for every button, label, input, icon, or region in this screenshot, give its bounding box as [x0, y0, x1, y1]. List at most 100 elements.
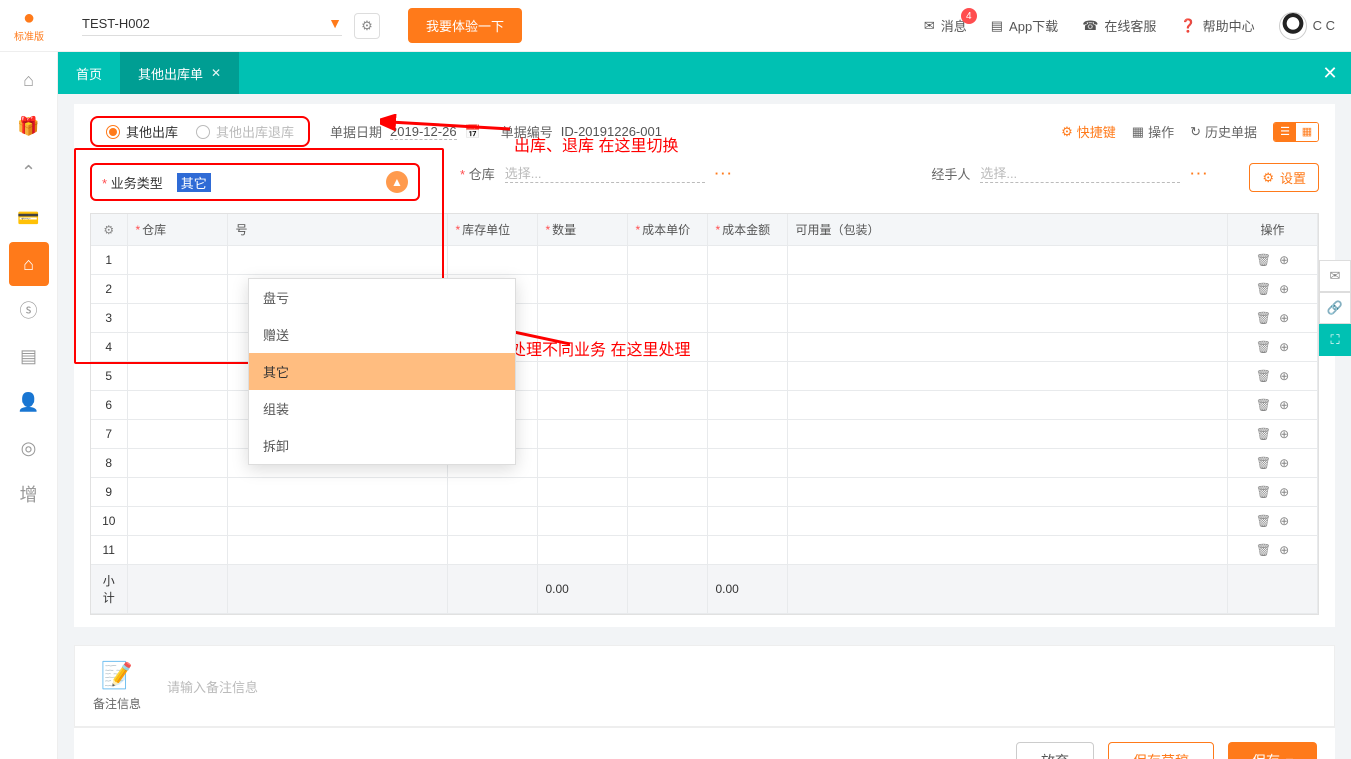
add-icon[interactable]: ⊕ — [1279, 543, 1289, 557]
add-icon[interactable]: ⊕ — [1279, 398, 1289, 412]
operate-button[interactable]: ▦ 操作 — [1132, 122, 1174, 141]
messages-button[interactable]: ✉ 消息 4 — [924, 16, 967, 35]
mobile-icon: ▤ — [991, 18, 1003, 34]
sidebar-item-more[interactable]: ◎ — [9, 426, 49, 470]
row-index: 10 — [91, 507, 127, 536]
add-icon[interactable]: ⊕ — [1279, 311, 1289, 325]
handler-select[interactable]: 选择... — [980, 163, 1180, 183]
dropdown-item[interactable]: 赠送 — [249, 316, 515, 353]
workspace-settings-button[interactable]: ⚙ — [354, 13, 380, 39]
row-actions: 🗑⊕ — [1228, 275, 1318, 304]
sidebar-item-member[interactable]: 👤 — [9, 380, 49, 424]
history-button[interactable]: ↻ 历史单据 — [1190, 122, 1257, 141]
row-index: 11 — [91, 536, 127, 565]
rail-note-button[interactable]: ✉ — [1319, 260, 1351, 292]
warehouse-lookup-button[interactable]: ··· — [715, 166, 734, 181]
dropdown-item[interactable]: 组装 — [249, 390, 515, 427]
handler-lookup-button[interactable]: ··· — [1190, 166, 1209, 181]
radio-dot-icon — [196, 125, 210, 139]
view-grid-button[interactable]: ▦ — [1296, 123, 1318, 141]
delete-icon[interactable]: 🗑 — [1256, 311, 1271, 325]
dropdown-item[interactable]: 其它 — [249, 353, 515, 390]
sidebar-item-home[interactable]: ⌂ — [9, 58, 49, 102]
delete-icon[interactable]: 🗑 — [1256, 398, 1271, 412]
sidebar-item-gift[interactable]: 🎁 — [9, 104, 49, 148]
view-list-button[interactable]: ☰ — [1274, 123, 1296, 141]
username: C C — [1313, 18, 1335, 33]
delete-icon[interactable]: 🗑 — [1256, 253, 1271, 267]
tab-home[interactable]: 首页 — [58, 52, 120, 94]
dropdown-item[interactable]: 盘亏 — [249, 279, 515, 316]
rail-link-button[interactable]: 🔗 — [1319, 292, 1351, 324]
add-icon[interactable]: ⊕ — [1279, 253, 1289, 267]
discard-button[interactable]: 放弃 — [1016, 742, 1094, 759]
add-icon[interactable]: ⊕ — [1279, 282, 1289, 296]
experience-button[interactable]: 我要体验一下 — [408, 8, 522, 43]
tab-other-outbound[interactable]: 其他出库单 ✕ — [120, 52, 239, 94]
dropdown-item[interactable]: 拆卸 — [249, 427, 515, 464]
calendar-icon[interactable]: 📅 — [465, 124, 481, 140]
radio-other-out[interactable]: 其他出库 — [106, 122, 178, 141]
sidebar-item-purchase[interactable]: ⌃ — [9, 150, 49, 194]
save-draft-button[interactable]: 保存草稿 — [1108, 742, 1214, 759]
add-icon[interactable]: ⊕ — [1279, 514, 1289, 528]
sidebar-item-inventory[interactable]: ⌂ — [9, 242, 49, 286]
app-download-button[interactable]: ▤ App下载 — [991, 16, 1058, 35]
notepad-icon: 📝 — [101, 660, 133, 691]
delete-icon[interactable]: 🗑 — [1256, 340, 1271, 354]
delete-icon[interactable]: 🗑 — [1256, 456, 1271, 470]
chevron-down-icon: ▼ — [328, 15, 342, 31]
add-icon[interactable]: ⊕ — [1279, 369, 1289, 383]
date-value[interactable]: 2019-12-26 — [390, 124, 457, 140]
sidebar-item-new[interactable]: 增 — [9, 472, 49, 516]
th-action: 操作 — [1228, 214, 1318, 246]
header-row: 其他出库 其他出库退库 单据日期 2019-12-26 📅 单据编号 — [90, 116, 1319, 147]
biz-type-value: 其它 — [177, 173, 211, 192]
warehouse-select[interactable]: 选择... — [505, 163, 705, 183]
th-avail: 可用量（包装） — [787, 214, 1228, 246]
biz-type-field[interactable]: * 业务类型 其它 ▲ — [90, 163, 420, 201]
shortcut-button[interactable]: ⚙ 快捷键 — [1061, 122, 1116, 141]
sidebar-item-finance[interactable]: ⓢ — [9, 288, 49, 332]
table-row[interactable]: 9🗑⊕ — [91, 478, 1318, 507]
view-toggle: ☰ ▦ — [1273, 122, 1319, 142]
add-icon[interactable]: ⊕ — [1279, 456, 1289, 470]
radio-other-out-return[interactable]: 其他出库退库 — [196, 122, 294, 141]
delete-icon[interactable]: 🗑 — [1256, 427, 1271, 441]
save-button[interactable]: 保存 ▾ — [1228, 742, 1317, 759]
online-cs-button[interactable]: ☎ 在线客服 — [1082, 16, 1156, 35]
delete-icon[interactable]: 🗑 — [1256, 485, 1271, 499]
sidebar: ⌂ 🎁 ⌃ 💳 ⌂ ⓢ ▤ 👤 ◎ 增 — [0, 52, 58, 759]
user-menu[interactable]: C C — [1279, 12, 1335, 40]
table-settings-button[interactable]: ⚙ — [91, 214, 127, 246]
sidebar-item-sales[interactable]: 💳 — [9, 196, 49, 240]
row-index: 3 — [91, 304, 127, 333]
remarks-input[interactable]: 请输入备注信息 — [167, 677, 1316, 696]
table-row[interactable]: 1🗑⊕ — [91, 246, 1318, 275]
delete-icon[interactable]: 🗑 — [1256, 369, 1271, 383]
table-row[interactable]: 10 🗑 ⊕ — [91, 507, 1318, 536]
close-all-tabs-button[interactable]: ✕ — [1309, 52, 1351, 94]
radio-dot-icon — [106, 125, 120, 139]
add-icon[interactable]: ⊕ — [1279, 340, 1289, 354]
row-actions: 🗑⊕ — [1228, 362, 1318, 391]
help-center-button[interactable]: ❓ 帮助中心 — [1180, 16, 1254, 35]
delete-icon[interactable]: 🗑 — [1256, 514, 1271, 528]
add-icon[interactable]: ⊕ — [1279, 485, 1289, 499]
th-cost-price: *成本单价 — [627, 214, 707, 246]
th-qty: *数量 — [537, 214, 627, 246]
workspace-selector[interactable]: TEST-H002 ▼ — [82, 15, 342, 36]
delete-icon[interactable]: 🗑 — [1256, 282, 1271, 296]
doc-date: 单据日期 2019-12-26 📅 — [330, 122, 481, 141]
workspace-name: TEST-H002 — [82, 16, 328, 31]
delete-icon[interactable]: 🗑 — [1256, 543, 1271, 557]
add-icon[interactable]: ⊕ — [1279, 427, 1289, 441]
rail-expand-button[interactable]: ⛶ — [1319, 324, 1351, 356]
settings-button[interactable]: ⚙ 设置 — [1249, 163, 1319, 192]
close-icon[interactable]: ✕ — [211, 66, 221, 80]
sidebar-item-report[interactable]: ▤ — [9, 334, 49, 378]
table-row[interactable]: 11 🗑 ⊕ — [91, 536, 1318, 565]
chevron-up-icon[interactable]: ▲ — [386, 171, 408, 193]
topbar-right: ✉ 消息 4 ▤ App下载 ☎ 在线客服 ❓ 帮助中心 C C — [924, 12, 1335, 40]
biz-type-dropdown: 盘亏赠送其它组装拆卸 — [248, 278, 516, 465]
